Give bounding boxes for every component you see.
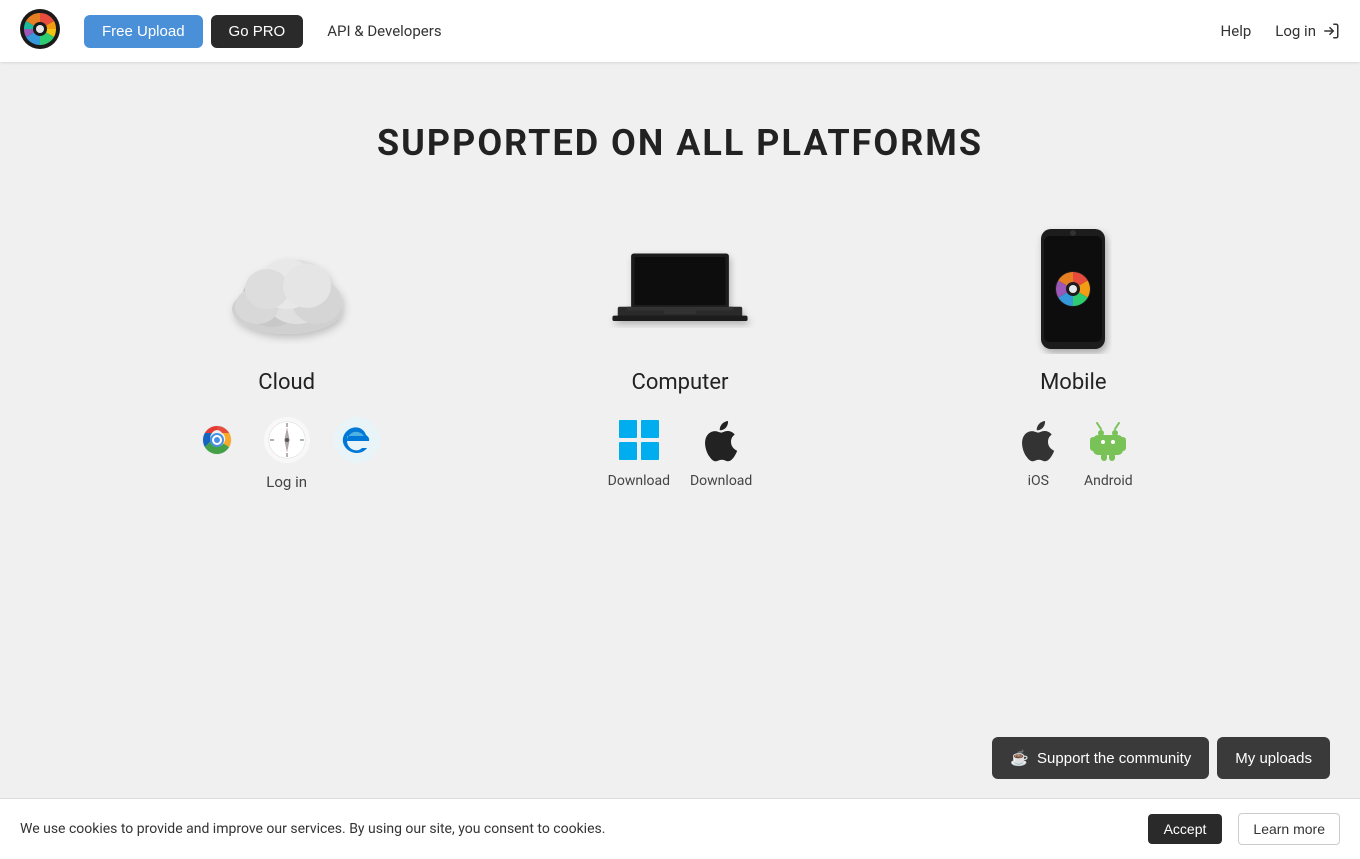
mobile-platform: Mobile iOS — [917, 224, 1230, 491]
header: Free Upload Go PRO API & Developers Help… — [0, 0, 1360, 62]
safari-action[interactable] — [262, 415, 312, 465]
cloud-image-container — [207, 224, 367, 354]
laptop-illustration — [600, 229, 760, 349]
cloud-name: Cloud — [258, 370, 315, 395]
ios-apple-icon — [1013, 415, 1063, 465]
computer-actions: Download Download — [608, 415, 753, 489]
cookie-banner: We use cookies to provide and improve ou… — [0, 798, 1360, 859]
android-action[interactable]: Android — [1083, 415, 1133, 489]
apple-icon — [696, 415, 746, 465]
computer-name: Computer — [632, 370, 729, 395]
support-community-button[interactable]: ☕ Support the community — [992, 737, 1209, 779]
ios-label: iOS — [1028, 473, 1049, 489]
cloud-platform: Cloud — [130, 224, 443, 491]
android-label: Android — [1084, 473, 1133, 489]
header-nav: API & Developers — [327, 22, 1220, 40]
chrome-action[interactable] — [192, 415, 242, 465]
computer-image-container — [600, 224, 760, 354]
cloud-illustration — [207, 234, 367, 344]
windows-icon — [614, 415, 664, 465]
accept-cookies-button[interactable]: Accept — [1148, 814, 1223, 844]
login-label: Log in — [1275, 22, 1316, 40]
login-icon — [1322, 22, 1340, 40]
mac-download-action[interactable]: Download — [690, 415, 752, 489]
mobile-actions: iOS — [1013, 415, 1133, 489]
edge-icon — [332, 415, 382, 465]
my-uploads-button[interactable]: My uploads — [1217, 737, 1330, 779]
platforms-grid: Cloud — [130, 224, 1230, 491]
cloud-action-label: Log in — [266, 473, 307, 491]
chrome-icon — [192, 415, 242, 465]
windows-download-action[interactable]: Download — [608, 415, 670, 489]
free-upload-button[interactable]: Free Upload — [84, 15, 203, 48]
windows-download-label: Download — [608, 473, 670, 489]
mobile-name: Mobile — [1040, 370, 1106, 395]
computer-platform: Computer Download — [523, 224, 836, 491]
ios-action[interactable]: iOS — [1013, 415, 1063, 489]
go-pro-button[interactable]: Go PRO — [211, 15, 304, 48]
help-link[interactable]: Help — [1221, 22, 1252, 40]
header-right: Help Log in — [1221, 22, 1340, 40]
bottom-actions: ☕ Support the community My uploads — [992, 737, 1330, 779]
main-content: SUPPORTED ON ALL PLATFORMS — [0, 62, 1360, 762]
api-developers-link[interactable]: API & Developers — [327, 22, 441, 40]
android-icon — [1083, 415, 1133, 465]
edge-action[interactable] — [332, 415, 382, 465]
phone-illustration — [1023, 224, 1123, 354]
support-label: Support the community — [1037, 750, 1191, 767]
login-button[interactable]: Log in — [1275, 22, 1340, 40]
safari-icon — [262, 415, 312, 465]
mac-download-label: Download — [690, 473, 752, 489]
cookie-text: We use cookies to provide and improve ou… — [20, 821, 1132, 837]
section-title: SUPPORTED ON ALL PLATFORMS — [377, 122, 983, 164]
cloud-actions — [192, 415, 382, 465]
logo[interactable] — [20, 9, 72, 53]
coffee-icon: ☕ — [1010, 749, 1029, 767]
learn-more-button[interactable]: Learn more — [1238, 813, 1340, 845]
mobile-image-container — [993, 224, 1153, 354]
